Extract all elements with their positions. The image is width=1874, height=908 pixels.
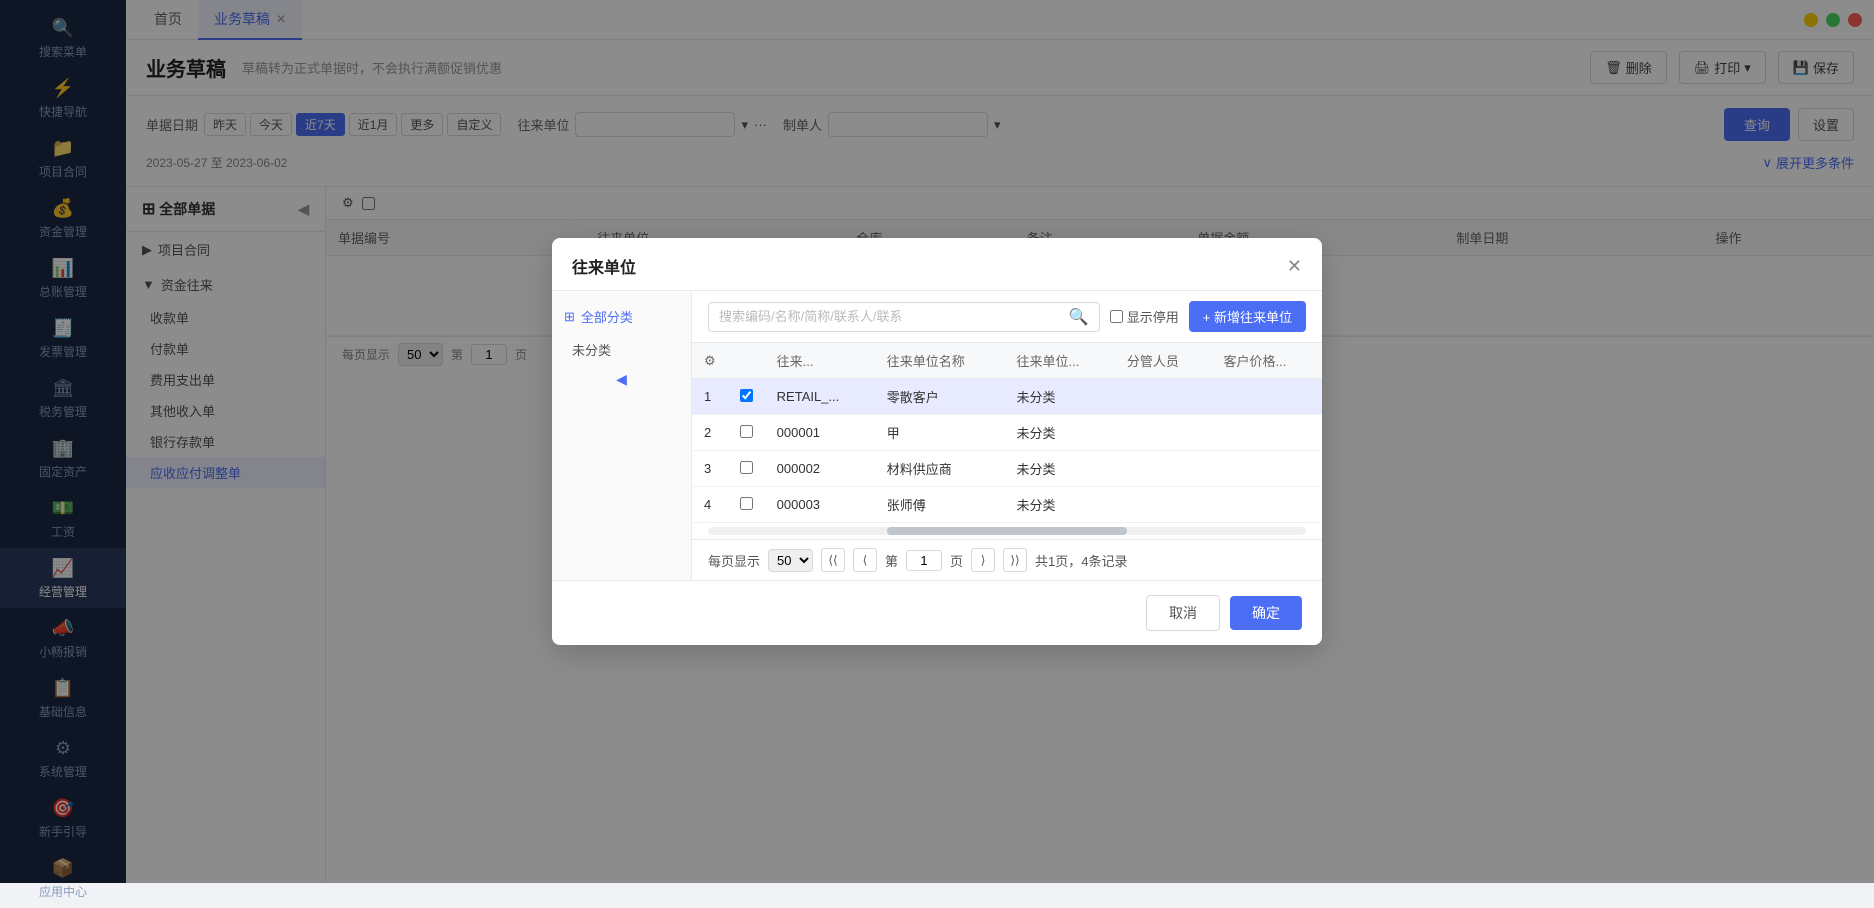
modal-panel-collapse-button[interactable]: ◀ <box>552 365 691 394</box>
partner-modal: 往来单位 ✕ ⊞ 全部分类 未分类 ◀ 🔍 <box>552 238 1322 645</box>
row-category: 未分类 <box>1005 451 1115 487</box>
modal-close-button[interactable]: ✕ <box>1287 257 1302 275</box>
row-checkbox[interactable] <box>740 425 753 438</box>
modal-col-checkbox <box>728 343 765 379</box>
modal-data-table: ⚙ 往来... 往来单位名称 往来单位... 分管人员 客户价格... <box>692 343 1322 523</box>
modal-left-header: ⊞ 全部分类 <box>552 299 691 334</box>
modal-category-unclassified[interactable]: 未分类 <box>552 334 691 365</box>
row-checkbox-cell <box>728 379 765 415</box>
modal-table-container: ⚙ 往来... 往来单位名称 往来单位... 分管人员 客户价格... <box>692 343 1322 523</box>
modal-search-box: 🔍 <box>708 302 1100 332</box>
row-category: 未分类 <box>1005 379 1115 415</box>
row-checkbox-cell <box>728 451 765 487</box>
prev-page-button[interactable]: ⟨ <box>853 548 877 572</box>
search-icon: 🔍 <box>1069 307 1089 327</box>
add-partner-button[interactable]: + 新增往来单位 <box>1189 301 1306 332</box>
cancel-button[interactable]: 取消 <box>1146 595 1220 631</box>
row-name: 张师傅 <box>875 487 1005 523</box>
sidebar-item-label: 应用中心 <box>39 883 87 900</box>
row-salesperson <box>1115 451 1212 487</box>
row-checkbox-cell <box>728 415 765 451</box>
modal-body: ⊞ 全部分类 未分类 ◀ 🔍 显示停用 <box>552 291 1322 580</box>
row-name: 零散客户 <box>875 379 1005 415</box>
row-price <box>1212 379 1322 415</box>
row-settings: 4 <box>692 487 728 523</box>
modal-toolbar: 🔍 显示停用 + 新增往来单位 <box>692 291 1322 343</box>
modal-action-footer: 取消 确定 <box>552 580 1322 645</box>
table-row[interactable]: 2 000001 甲 未分类 <box>692 415 1322 451</box>
row-code: RETAIL_... <box>765 379 875 415</box>
row-price <box>1212 451 1322 487</box>
row-name: 材料供应商 <box>875 451 1005 487</box>
modal-col-salesperson: 分管人员 <box>1115 343 1212 379</box>
row-settings: 3 <box>692 451 728 487</box>
grid-icon: ⊞ <box>564 309 575 325</box>
row-category: 未分类 <box>1005 487 1115 523</box>
last-page-button[interactable]: ⟩⟩ <box>1003 548 1027 572</box>
table-row[interactable]: 3 000002 材料供应商 未分类 <box>692 451 1322 487</box>
modal-col-settings: ⚙ <box>692 343 728 379</box>
row-checkbox[interactable] <box>740 461 753 474</box>
modal-left-title: 全部分类 <box>581 307 633 326</box>
modal-header: 往来单位 ✕ <box>552 238 1322 291</box>
row-checkbox-cell <box>728 487 765 523</box>
show-inactive-checkbox[interactable] <box>1110 310 1123 323</box>
row-checkbox[interactable] <box>740 389 753 402</box>
first-page-button[interactable]: ⟨⟨ <box>821 548 845 572</box>
page-size-label: 每页显示 <box>708 551 760 570</box>
row-price <box>1212 487 1322 523</box>
modal-overlay: 往来单位 ✕ ⊞ 全部分类 未分类 ◀ 🔍 <box>0 0 1874 883</box>
modal-col-code: 往来... <box>765 343 875 379</box>
modal-left-panel: ⊞ 全部分类 未分类 ◀ <box>552 291 692 580</box>
show-inactive-label: 显示停用 <box>1127 307 1179 326</box>
modal-pagination: 每页显示 50 ⟨⟨ ⟨ 第 页 ⟩ ⟩⟩ 共1页，4条记录 <box>692 539 1322 580</box>
next-page-button[interactable]: ⟩ <box>971 548 995 572</box>
show-inactive-toggle: 显示停用 <box>1110 307 1179 326</box>
row-code: 000001 <box>765 415 875 451</box>
row-name: 甲 <box>875 415 1005 451</box>
row-price <box>1212 415 1322 451</box>
row-checkbox[interactable] <box>740 497 753 510</box>
row-settings: 2 <box>692 415 728 451</box>
modal-col-price: 客户价格... <box>1212 343 1322 379</box>
row-settings: 1 <box>692 379 728 415</box>
modal-page-number-input[interactable] <box>906 550 942 571</box>
modal-col-name: 往来单位名称 <box>875 343 1005 379</box>
table-row[interactable]: 4 000003 张师傅 未分类 <box>692 487 1322 523</box>
modal-title: 往来单位 <box>572 254 636 278</box>
row-salesperson <box>1115 415 1212 451</box>
row-code: 000002 <box>765 451 875 487</box>
row-code: 000003 <box>765 487 875 523</box>
modal-scrollbar-thumb <box>887 527 1126 535</box>
modal-horizontal-scrollbar[interactable] <box>708 527 1306 535</box>
table-row[interactable]: 1 RETAIL_... 零散客户 未分类 <box>692 379 1322 415</box>
confirm-button[interactable]: 确定 <box>1230 596 1302 630</box>
modal-page-size-select[interactable]: 50 <box>768 549 813 572</box>
modal-search-input[interactable] <box>719 309 1063 324</box>
page-suffix: 页 <box>950 551 963 570</box>
row-category: 未分类 <box>1005 415 1115 451</box>
page-label: 第 <box>885 551 898 570</box>
row-salesperson <box>1115 379 1212 415</box>
modal-right-panel: 🔍 显示停用 + 新增往来单位 ⚙ <box>692 291 1322 580</box>
modal-col-category: 往来单位... <box>1005 343 1115 379</box>
row-salesperson <box>1115 487 1212 523</box>
total-records: 共1页，4条记录 <box>1035 551 1127 570</box>
